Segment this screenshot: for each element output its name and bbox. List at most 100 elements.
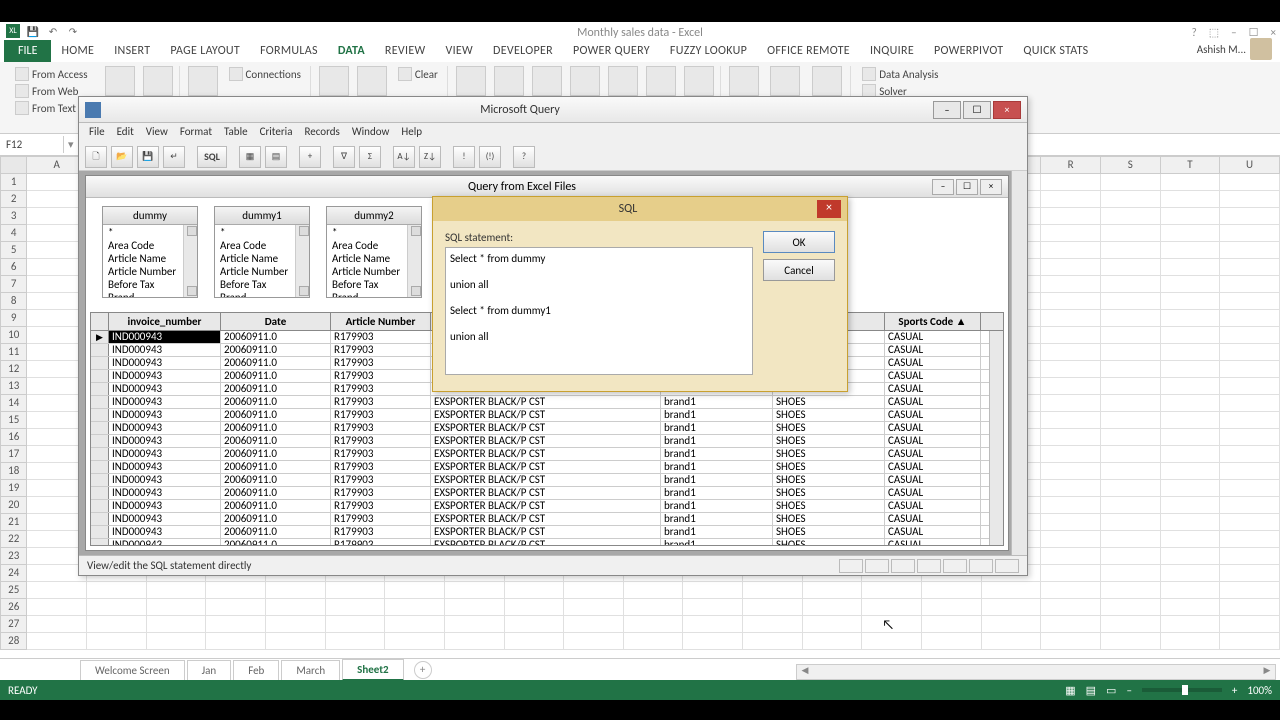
cell[interactable] xyxy=(1161,599,1221,616)
zoom-slider[interactable] xyxy=(1142,688,1222,692)
cell[interactable] xyxy=(27,599,87,616)
grid-column-header[interactable]: invoice_number xyxy=(109,313,221,330)
cell[interactable] xyxy=(87,633,147,650)
cell[interactable] xyxy=(206,582,266,599)
cell[interactable] xyxy=(624,599,684,616)
table-field[interactable]: * xyxy=(106,226,194,239)
name-box-dropdown-icon[interactable]: ▾ xyxy=(64,138,78,151)
mq-inner-close-button[interactable]: × xyxy=(980,179,1002,195)
name-box[interactable]: F12 xyxy=(0,136,64,153)
cell[interactable] xyxy=(1161,191,1221,208)
table-field[interactable]: Area Code xyxy=(218,239,306,252)
cell[interactable] xyxy=(1101,582,1161,599)
grid-row[interactable]: IND00094320060911.0R179903EXSPORTER BLAC… xyxy=(91,513,1003,526)
mq-tables-icon[interactable]: ▦ xyxy=(239,146,261,168)
horizontal-scrollbar[interactable]: ◀ ▶ xyxy=(796,664,1276,680)
cell[interactable] xyxy=(1220,191,1280,208)
cell[interactable] xyxy=(1041,174,1101,191)
existing-conn-icon[interactable] xyxy=(143,66,173,96)
cell[interactable] xyxy=(1041,514,1101,531)
cancel-button[interactable]: Cancel xyxy=(763,259,835,281)
row-header[interactable]: 23 xyxy=(0,548,27,565)
cell[interactable] xyxy=(505,616,565,633)
cell[interactable] xyxy=(743,633,803,650)
cell[interactable] xyxy=(1161,344,1221,361)
cell[interactable] xyxy=(1161,633,1221,650)
cell[interactable] xyxy=(1220,463,1280,480)
cell[interactable] xyxy=(1041,293,1101,310)
mq-new-icon[interactable]: 🗋 xyxy=(85,146,107,168)
flash-fill-icon[interactable] xyxy=(494,66,524,96)
sheet-tab[interactable]: Feb xyxy=(233,660,279,680)
mq-vscroll[interactable] xyxy=(1011,171,1027,555)
view-layout-icon[interactable]: ▤ xyxy=(1086,684,1096,697)
ribbon-tab-power-query[interactable]: POWER QUERY xyxy=(563,40,660,62)
cell[interactable] xyxy=(1041,633,1101,650)
cell[interactable] xyxy=(1161,361,1221,378)
cell[interactable] xyxy=(385,616,445,633)
cell[interactable] xyxy=(1101,361,1161,378)
mq-menu-help[interactable]: Help xyxy=(401,125,422,141)
row-header[interactable]: 13 xyxy=(0,378,27,395)
cell[interactable] xyxy=(1220,599,1280,616)
cell[interactable] xyxy=(922,582,982,599)
mq-save-icon[interactable]: 💾 xyxy=(137,146,159,168)
cell[interactable] xyxy=(385,582,445,599)
cell[interactable] xyxy=(1161,548,1221,565)
mq-menu-format[interactable]: Format xyxy=(180,125,212,141)
zoom-level[interactable]: 100% xyxy=(1247,684,1272,697)
cell[interactable] xyxy=(862,582,922,599)
mq-auto-query-icon[interactable]: (!) xyxy=(479,146,501,168)
sheet-tab[interactable]: March xyxy=(281,660,340,680)
cell[interactable] xyxy=(1220,310,1280,327)
table-field[interactable]: Article Number xyxy=(106,265,194,278)
cell[interactable] xyxy=(1220,565,1280,582)
row-header[interactable]: 5 xyxy=(0,242,27,259)
cell[interactable] xyxy=(147,582,207,599)
view-normal-icon[interactable]: ▦ xyxy=(1065,684,1075,697)
cell[interactable] xyxy=(1101,531,1161,548)
mq-minimize-button[interactable]: – xyxy=(933,101,961,119)
cell[interactable] xyxy=(1220,344,1280,361)
mq-close-button[interactable]: × xyxy=(993,101,1021,119)
other-sources-icon[interactable] xyxy=(105,66,135,96)
mq-sort-desc-icon[interactable]: Z↓ xyxy=(419,146,441,168)
cell[interactable] xyxy=(922,599,982,616)
row-header[interactable]: 15 xyxy=(0,412,27,429)
table-field[interactable]: Area Code xyxy=(330,239,418,252)
cell[interactable] xyxy=(982,582,1042,599)
cell[interactable] xyxy=(1101,429,1161,446)
cell[interactable] xyxy=(1041,582,1101,599)
grid-row[interactable]: IND00094320060911.0R179903EXSPORTER BLAC… xyxy=(91,487,1003,500)
view-break-icon[interactable]: ▭ xyxy=(1106,684,1116,697)
cell[interactable] xyxy=(266,582,326,599)
row-header[interactable]: 20 xyxy=(0,497,27,514)
cell[interactable] xyxy=(1101,310,1161,327)
cell[interactable] xyxy=(862,616,922,633)
column-header[interactable]: U xyxy=(1220,156,1280,174)
cell[interactable] xyxy=(206,599,266,616)
redo-icon[interactable]: ↷ xyxy=(66,24,80,38)
grid-column-header[interactable]: Sports Code ▲ xyxy=(885,313,981,330)
row-header[interactable]: 18 xyxy=(0,463,27,480)
text-to-columns-icon[interactable] xyxy=(456,66,486,96)
mq-inner-max-button[interactable]: ☐ xyxy=(956,179,978,195)
ribbon-tab-fuzzy-lookup[interactable]: Fuzzy Lookup xyxy=(660,40,757,62)
ok-button[interactable]: OK xyxy=(763,231,835,253)
cell[interactable] xyxy=(1041,310,1101,327)
ribbon-tab-developer[interactable]: DEVELOPER xyxy=(483,40,563,62)
table-scroll[interactable] xyxy=(295,225,309,297)
mq-titlebar[interactable]: Microsoft Query – ☐ × xyxy=(79,97,1027,123)
mq-inner-min-button[interactable]: – xyxy=(932,179,954,195)
mq-filter-icon[interactable]: ∇ xyxy=(333,146,355,168)
consolidate-icon[interactable] xyxy=(608,66,638,96)
table-field[interactable]: Article Name xyxy=(218,252,306,265)
cell[interactable] xyxy=(1220,242,1280,259)
cell[interactable] xyxy=(982,599,1042,616)
row-header[interactable]: 24 xyxy=(0,565,27,582)
mq-menu-file[interactable]: File xyxy=(89,125,105,141)
row-header[interactable]: 27 xyxy=(0,616,27,633)
cell[interactable] xyxy=(564,633,624,650)
user-account[interactable]: Ashish M... xyxy=(1189,36,1280,62)
cell[interactable] xyxy=(1101,548,1161,565)
